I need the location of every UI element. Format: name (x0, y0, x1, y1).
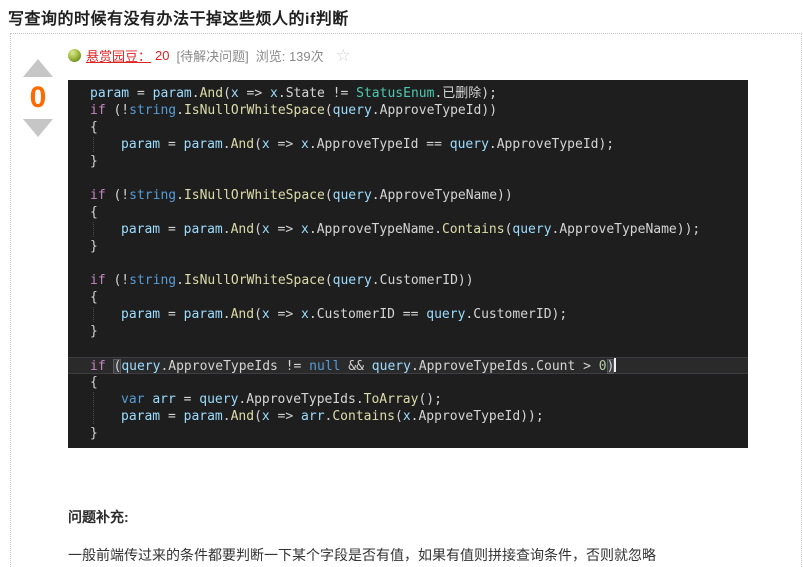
code-line: var arr = query.ApproveTypeIds.ToArray()… (68, 391, 748, 408)
text-cursor (614, 358, 617, 372)
supplement-title: 问题补充: (68, 509, 129, 525)
bounty-value: 20 (155, 47, 170, 63)
code-line: param = param.And(x => arr.Contains(x.Ap… (68, 408, 748, 425)
status-badge: [待解决问题] (176, 48, 249, 64)
code-line: if (query.ApproveTypeIds != null && quer… (68, 357, 748, 374)
page-title: 写查询的时候有没有办法干掉这些烦人的if判断 (8, 11, 349, 28)
code-line: param = param.And(x => x.CustomerID == q… (68, 306, 748, 323)
question-meta: 悬赏园豆： 20 [待解决问题] 浏览: 139次 ☆ (68, 45, 801, 65)
vote-up-icon[interactable] (23, 59, 53, 77)
code-line: param = param.And(x => x.ApproveTypeId =… (68, 136, 748, 153)
favorite-star-icon[interactable]: ☆ (336, 47, 351, 64)
code-line: if (!string.IsNullOrWhiteSpace(query.Cus… (90, 273, 474, 288)
code-line: } (90, 426, 98, 441)
supplement-text: 一般前端传过来的条件都要判断一下某个字段是否有值，如果有值则拼接查询条件，否则就… (68, 547, 656, 563)
code-line: param = param.And(x => x.State != Status… (90, 86, 497, 101)
code-line: { (90, 205, 98, 220)
bounty-link[interactable]: 悬赏园豆： (86, 46, 151, 65)
vote-score: 0 (29, 81, 47, 114)
view-count: 浏览: 139次 (255, 48, 324, 64)
code-line: { (90, 120, 98, 135)
code-line: { (90, 290, 98, 305)
code-line: } (90, 239, 98, 254)
code-line: param = param.And(x => x.ApproveTypeName… (68, 221, 748, 238)
code-line: if (!string.IsNullOrWhiteSpace(query.App… (90, 103, 498, 118)
vote-down-icon[interactable] (23, 119, 53, 137)
code-line: { (90, 375, 98, 390)
vote-controls: 0 (18, 59, 58, 137)
code-line: } (90, 154, 98, 169)
question-content: 悬赏园豆： 20 [待解决问题] 浏览: 139次 ☆ param = para… (68, 34, 801, 565)
code-line: } (90, 324, 98, 339)
question-box: 0 悬赏园豆： 20 [待解决问题] 浏览: 139次 ☆ param = pa… (10, 33, 802, 567)
bean-icon (68, 48, 81, 62)
code-line: if (!string.IsNullOrWhiteSpace(query.App… (90, 188, 513, 203)
code-screenshot: param = param.And(x => x.State != Status… (68, 80, 748, 448)
